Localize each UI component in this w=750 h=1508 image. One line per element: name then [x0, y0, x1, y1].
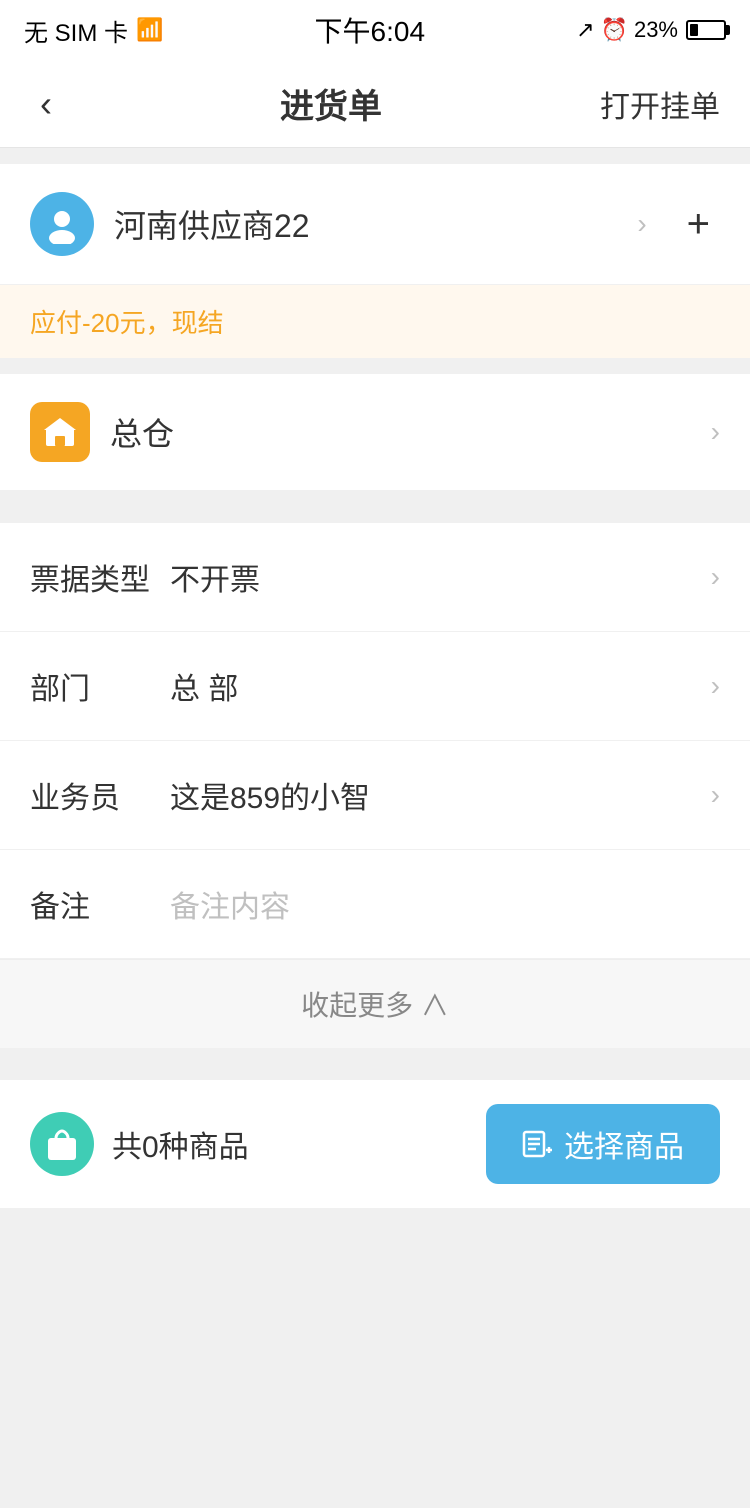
products-count: 共0种商品 — [112, 1122, 249, 1166]
section-divider-3 — [0, 491, 750, 507]
invoice-type-value: 不开票 — [160, 555, 711, 599]
status-left: 无 SIM 卡 📶 — [24, 13, 163, 48]
back-button[interactable]: ‹ — [30, 73, 62, 135]
status-bar: 无 SIM 卡 📶 下午6:04 ↗ ⏰ 23% — [0, 0, 750, 60]
warehouse-chevron-icon: › — [711, 416, 720, 448]
supplier-name: 河南供应商22 — [114, 201, 637, 247]
nav-bar: ‹ 进货单 打开挂单 — [0, 60, 750, 148]
section-divider-2 — [0, 358, 750, 374]
remark-label: 备注 — [30, 882, 160, 926]
warehouse-icon-bg — [30, 402, 90, 462]
carrier-text: 无 SIM 卡 — [24, 13, 128, 48]
bottom-area — [0, 1208, 750, 1508]
alarm-icon: ⏰ — [601, 17, 628, 43]
remark-row[interactable]: 备注 备注内容 — [0, 850, 750, 959]
shopping-bag-icon — [42, 1124, 82, 1164]
battery-text: 23% — [634, 17, 678, 43]
invoice-type-label: 票据类型 — [30, 555, 160, 599]
department-row[interactable]: 部门 总 部 › — [0, 632, 750, 741]
salesperson-value: 这是859的小智 — [160, 773, 711, 817]
add-supplier-button[interactable]: + — [677, 202, 720, 247]
salesperson-label: 业务员 — [30, 773, 160, 817]
products-left: 共0种商品 — [30, 1112, 249, 1176]
select-product-button[interactable]: 选择商品 — [486, 1104, 720, 1184]
battery-icon — [686, 20, 726, 40]
section-divider-1 — [0, 148, 750, 164]
select-product-label: 选择商品 — [564, 1122, 684, 1166]
warehouse-row[interactable]: 总仓 › — [0, 374, 750, 491]
select-product-icon — [522, 1128, 554, 1160]
salesperson-row[interactable]: 业务员 这是859的小智 › — [0, 741, 750, 850]
invoice-type-row[interactable]: 票据类型 不开票 › — [0, 523, 750, 632]
status-right: ↗ ⏰ 23% — [576, 17, 726, 43]
products-icon-bg — [30, 1112, 94, 1176]
person-icon — [42, 204, 82, 244]
collapse-label: 收起更多 ∧ — [301, 990, 449, 1021]
salesperson-chevron: › — [711, 779, 720, 811]
warehouse-label: 总仓 — [110, 409, 711, 455]
supplier-avatar — [30, 192, 94, 256]
supplier-section: 河南供应商22 › + 应付-20元，现结 — [0, 164, 750, 358]
remark-placeholder: 备注内容 — [160, 882, 720, 926]
status-time: 下午6:04 — [315, 10, 426, 50]
department-chevron: › — [711, 670, 720, 702]
products-bar: 共0种商品 选择商品 — [0, 1080, 750, 1208]
open-pending-button[interactable]: 打开挂单 — [600, 82, 720, 126]
page-title: 进货单 — [280, 79, 382, 128]
warehouse-icon — [42, 414, 78, 450]
location-icon: ↗ — [576, 17, 594, 43]
supplier-chevron-icon: › — [637, 208, 646, 240]
supplier-row[interactable]: 河南供应商22 › + — [0, 164, 750, 285]
invoice-type-chevron: › — [711, 561, 720, 593]
section-divider-4 — [0, 1048, 750, 1064]
department-label: 部门 — [30, 664, 160, 708]
form-section: 票据类型 不开票 › 部门 总 部 › 业务员 这是859的小智 › 备注 备注… — [0, 523, 750, 959]
collapse-bar[interactable]: 收起更多 ∧ — [0, 959, 750, 1048]
notice-text: 应付-20元，现结 — [30, 308, 224, 338]
wifi-icon: 📶 — [136, 17, 163, 43]
notice-bar: 应付-20元，现结 — [0, 285, 750, 358]
department-value: 总 部 — [160, 664, 711, 708]
